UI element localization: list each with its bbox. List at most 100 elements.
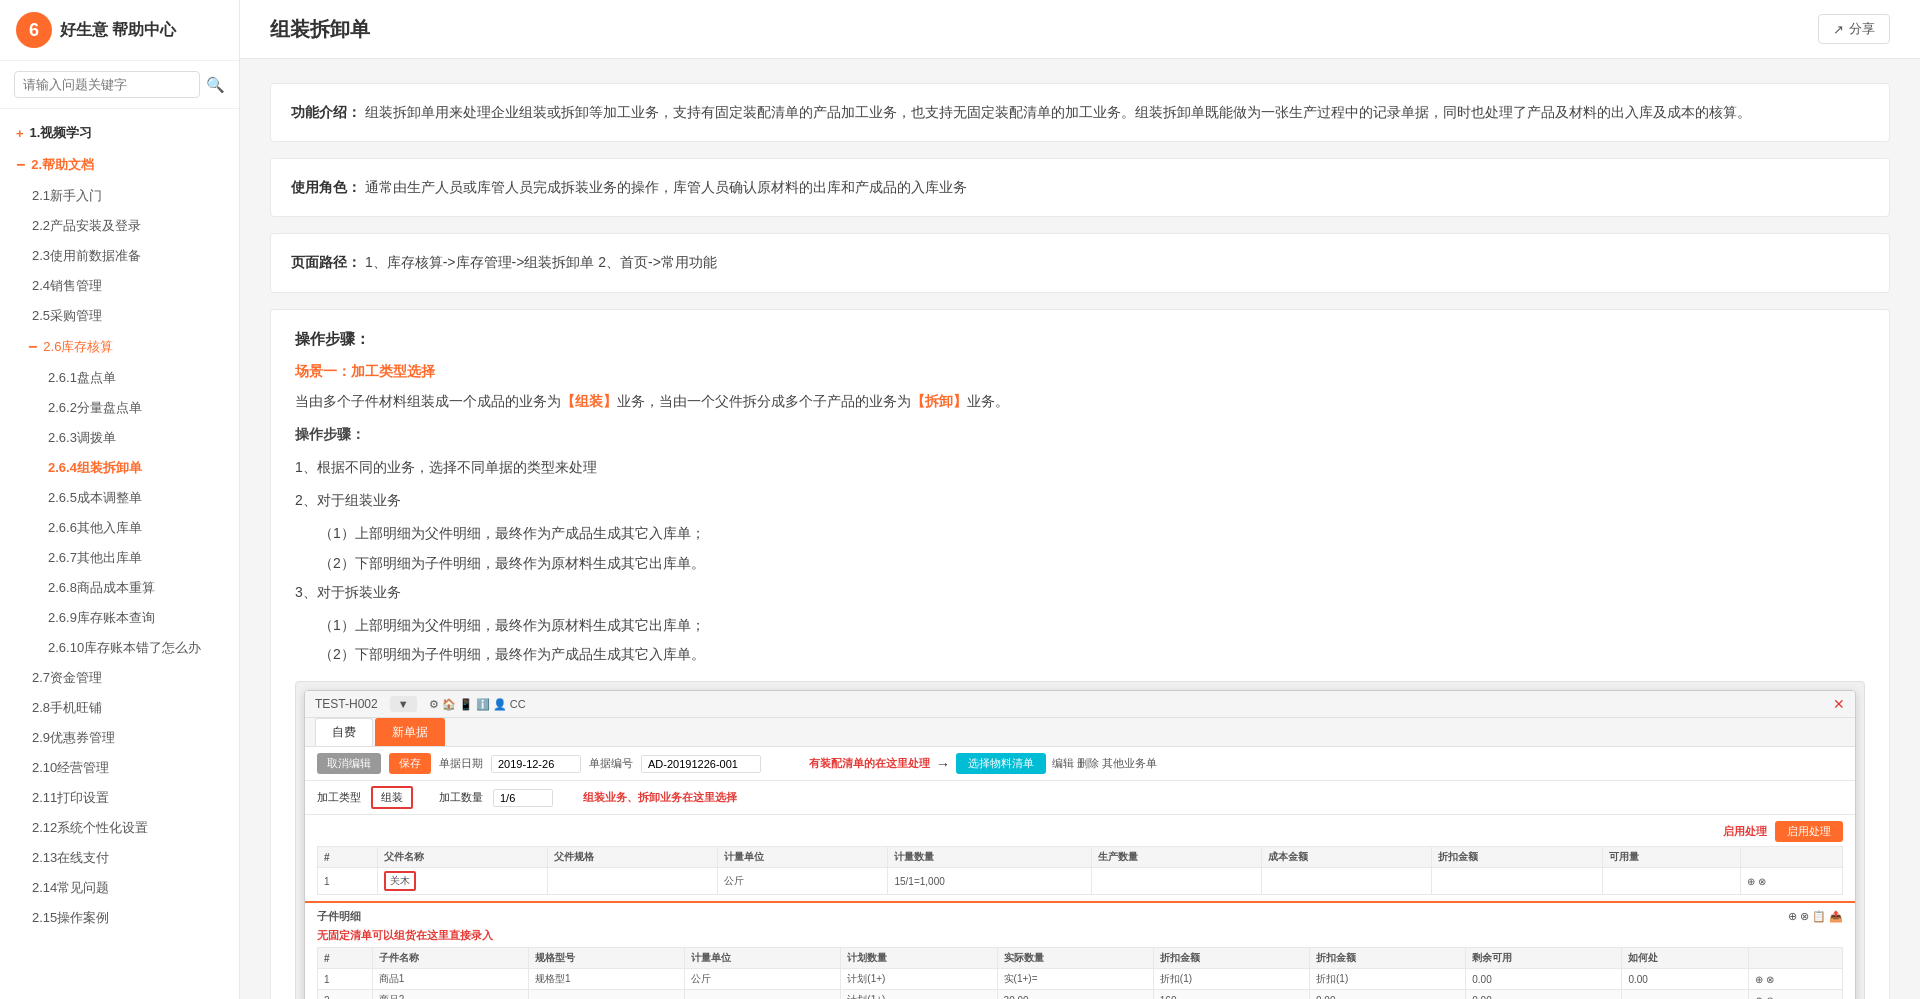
sidebar-item-mobile[interactable]: 2.8手机旺铺 — [0, 693, 239, 723]
bottom-header: 子件明细 ⊕ ⊗ 📋 📤 — [317, 909, 1843, 924]
sidebar-item-print[interactable]: 2.11打印设置 — [0, 783, 239, 813]
sidebar-item-sales[interactable]: 2.4销售管理 — [0, 271, 239, 301]
sidebar-item-adjust[interactable]: 2.6.3调拨单 — [0, 423, 239, 453]
minus-icon: − — [16, 156, 25, 174]
annotation1-area: 有装配清单的在这里处理 → 选择物料清单 编辑 删除 其他业务单 — [809, 753, 1157, 774]
step2-sub1: （1）上部明细为父件明细，最终作为产成品生成其它入库单； — [319, 521, 1865, 546]
page-title: 组装拆卸单 — [270, 16, 370, 43]
screenshot-container: TEST-H002 ▼ ⚙ 🏠 📱 ℹ️ 👤 CC ✕ 自费 新单据 取消编辑 — [295, 681, 1865, 999]
sidebar-item-fund[interactable]: 2.7资金管理 — [0, 663, 239, 693]
scene1-desc: 当由多个子件材料组装成一个成品的业务为【组装】业务，当由一个父件拆分成多个子产品… — [295, 389, 1865, 414]
tab-zifei[interactable]: 自费 — [315, 718, 373, 746]
role-label: 使用角色： — [291, 179, 361, 195]
sidebar-item-coupon[interactable]: 2.9优惠券管理 — [0, 723, 239, 753]
arrow1: → — [936, 756, 950, 772]
sidebar-item-other-in[interactable]: 2.6.6其他入库单 — [0, 513, 239, 543]
cell-unit: 公斤 — [718, 868, 888, 895]
sidebar-item-install[interactable]: 2.2产品安装及登录 — [0, 211, 239, 241]
scene1-title: 场景一：加工类型选择 — [295, 363, 1865, 381]
share-button[interactable]: ↗ 分享 — [1818, 14, 1890, 44]
logo: 6 — [16, 12, 52, 48]
step3: 3、对于拆装业务 — [295, 580, 1865, 605]
cell-cost — [1262, 868, 1432, 895]
search-icon[interactable]: 🔍 — [206, 76, 225, 94]
nav-icons: ⚙ 🏠 📱 ℹ️ 👤 CC — [429, 698, 526, 711]
sidebar-item-cost-adjust[interactable]: 2.6.5成本调整单 — [0, 483, 239, 513]
minus-icon-inventory: − — [28, 338, 37, 356]
bottom-row-2: 2 商品2 计划(1+) 30.00 160 0.00 0.00 — [318, 990, 1843, 999]
select-bill-button[interactable]: 选择物料清单 — [956, 753, 1046, 774]
cell-num: 1 — [318, 868, 378, 895]
th-actions — [1740, 847, 1842, 868]
sidebar-item-inventory[interactable]: − 2.6库存核算 — [0, 331, 239, 363]
step2-sublist: （1）上部明细为父件明细，最终作为产成品生成其它入库单； （2）下部明细为子件明… — [319, 521, 1865, 575]
type-selector-highlighted[interactable]: 组装 — [371, 786, 413, 809]
annotation3-text: 启用处理 — [1723, 824, 1767, 839]
top-table: # 父件名称 父件规格 计量单位 计量数量 生产数量 成本金额 折扣金额 可用量 — [317, 846, 1843, 895]
th-prod-qty: 生产数量 — [1091, 847, 1261, 868]
annotation3-area: 启用处理 启用处理 — [317, 821, 1843, 842]
tab-new-bill[interactable]: 新单据 — [375, 718, 445, 746]
th-discount: 折扣金额 — [1432, 847, 1602, 868]
save-button[interactable]: 保存 — [389, 753, 431, 774]
type-label: 加工类型 — [317, 790, 361, 805]
sidebar-item-assembly[interactable]: 2.6.4组装拆卸单 — [0, 453, 239, 483]
sidebar-item-split-stock[interactable]: 2.6.2分量盘点单 — [0, 393, 239, 423]
sidebar-item-docs[interactable]: − 2.帮助文档 — [0, 149, 239, 181]
content-area: 功能介绍： 组装拆卸单用来处理企业组装或拆卸等加工业务，支持有固定装配清单的产品… — [240, 59, 1920, 999]
search-input[interactable] — [14, 71, 200, 98]
th-parent-spec: 父件规格 — [547, 847, 717, 868]
type-value: 组装 — [381, 791, 403, 803]
step1: 1、根据不同的业务，选择不同单据的类型来处理 — [295, 455, 1865, 480]
qty-input[interactable] — [493, 789, 553, 807]
share-icon: ↗ — [1833, 22, 1844, 37]
path-block: 页面路径： 1、库存核算->库存管理->组装拆卸单 2、首页->常用功能 — [270, 233, 1890, 292]
cell-action: ⊕ ⊗ — [1740, 868, 1842, 895]
window-titlebar: TEST-H002 ▼ ⚙ 🏠 📱 ℹ️ 👤 CC ✕ — [305, 691, 1855, 718]
sidebar-item-newbie[interactable]: 2.1新手入门 — [0, 181, 239, 211]
brand-name: 好生意 帮助中心 — [60, 20, 176, 41]
sidebar-header: 6 好生意 帮助中心 — [0, 0, 239, 61]
sidebar-item-account-err[interactable]: 2.6.10库存账本错了怎么办 — [0, 633, 239, 663]
role-block: 使用角色： 通常由生产人员或库管人员完成拆装业务的操作，库管人员确认原材料的出库… — [270, 158, 1890, 217]
nav-tree: + 1.视频学习 − 2.帮助文档 2.1新手入门 2.2产品安装及登录 2.3… — [0, 109, 239, 999]
bottom-section: 子件明细 ⊕ ⊗ 📋 📤 无固定清单可以组货在这里直接录入 # 子件名称 规格型… — [305, 901, 1855, 999]
sidebar-item-other-out[interactable]: 2.6.7其他出库单 — [0, 543, 239, 573]
annotation4-text: 无固定清单可以组货在这里直接录入 — [317, 928, 1843, 943]
main-header: 组装拆卸单 ↗ 分享 — [240, 0, 1920, 59]
path-label: 页面路径： — [291, 254, 361, 270]
sidebar-item-operations[interactable]: 2.10经营管理 — [0, 753, 239, 783]
th-cost: 成本金额 — [1262, 847, 1432, 868]
sidebar-item-online-pay[interactable]: 2.13在线支付 — [0, 843, 239, 873]
sidebar-item-custom[interactable]: 2.12系统个性化设置 — [0, 813, 239, 843]
cancel-button[interactable]: 取消编辑 — [317, 753, 381, 774]
sidebar-item-stocktake[interactable]: 2.6.1盘点单 — [0, 363, 239, 393]
close-icon[interactable]: ✕ — [1833, 696, 1845, 712]
sidebar-item-cost-calc[interactable]: 2.6.8商品成本重算 — [0, 573, 239, 603]
date-input[interactable] — [491, 755, 581, 773]
sidebar-item-faq[interactable]: 2.14常见问题 — [0, 873, 239, 903]
sub-items-label: 子件明细 — [317, 909, 361, 924]
sidebar-item-videos[interactable]: + 1.视频学习 — [0, 117, 239, 149]
feature-intro-block: 功能介绍： 组装拆卸单用来处理企业组装或拆卸等加工业务，支持有固定装配清单的产品… — [270, 83, 1890, 142]
sidebar-item-cases[interactable]: 2.15操作案例 — [0, 903, 239, 933]
action-btns: 编辑 删除 其他业务单 — [1052, 756, 1157, 771]
tab-bar: 自费 新单据 — [305, 718, 1855, 747]
process-button[interactable]: 启用处理 — [1775, 821, 1843, 842]
qty-label: 加工数量 — [439, 790, 483, 805]
date-label: 单据日期 — [439, 756, 483, 771]
feature-intro-label: 功能介绍： — [291, 104, 361, 120]
billno-input[interactable] — [641, 755, 761, 773]
form-row: 加工类型 组装 加工数量 组装业务、拆卸业务在这里选择 — [305, 781, 1855, 815]
th-avail: 可用量 — [1602, 847, 1740, 868]
annotation2-text: 组装业务、拆卸业务在这里选择 — [583, 790, 737, 805]
sidebar-item-stock-query[interactable]: 2.6.9库存账本查询 — [0, 603, 239, 633]
steps-title: 操作步骤： — [295, 330, 1865, 349]
sidebar-item-data-prep[interactable]: 2.3使用前数据准备 — [0, 241, 239, 271]
bottom-actions: ⊕ ⊗ 📋 📤 — [1788, 910, 1843, 923]
toolbar-row: 取消编辑 保存 单据日期 单据编号 有装配清单的在这里处理 → 选择物料清单 编… — [305, 747, 1855, 781]
bottom-table: # 子件名称 规格型号 计量单位 计划数量 实际数量 折扣金额 折扣金额 剩余可… — [317, 947, 1843, 999]
sidebar-item-purchase[interactable]: 2.5采购管理 — [0, 301, 239, 331]
feature-intro-text: 组装拆卸单用来处理企业组装或拆卸等加工业务，支持有固定装配清单的产品加工业务，也… — [365, 104, 1751, 120]
table-row: 1 关木 公斤 15/1=1,000 ⊕ ⊗ — [318, 868, 1843, 895]
